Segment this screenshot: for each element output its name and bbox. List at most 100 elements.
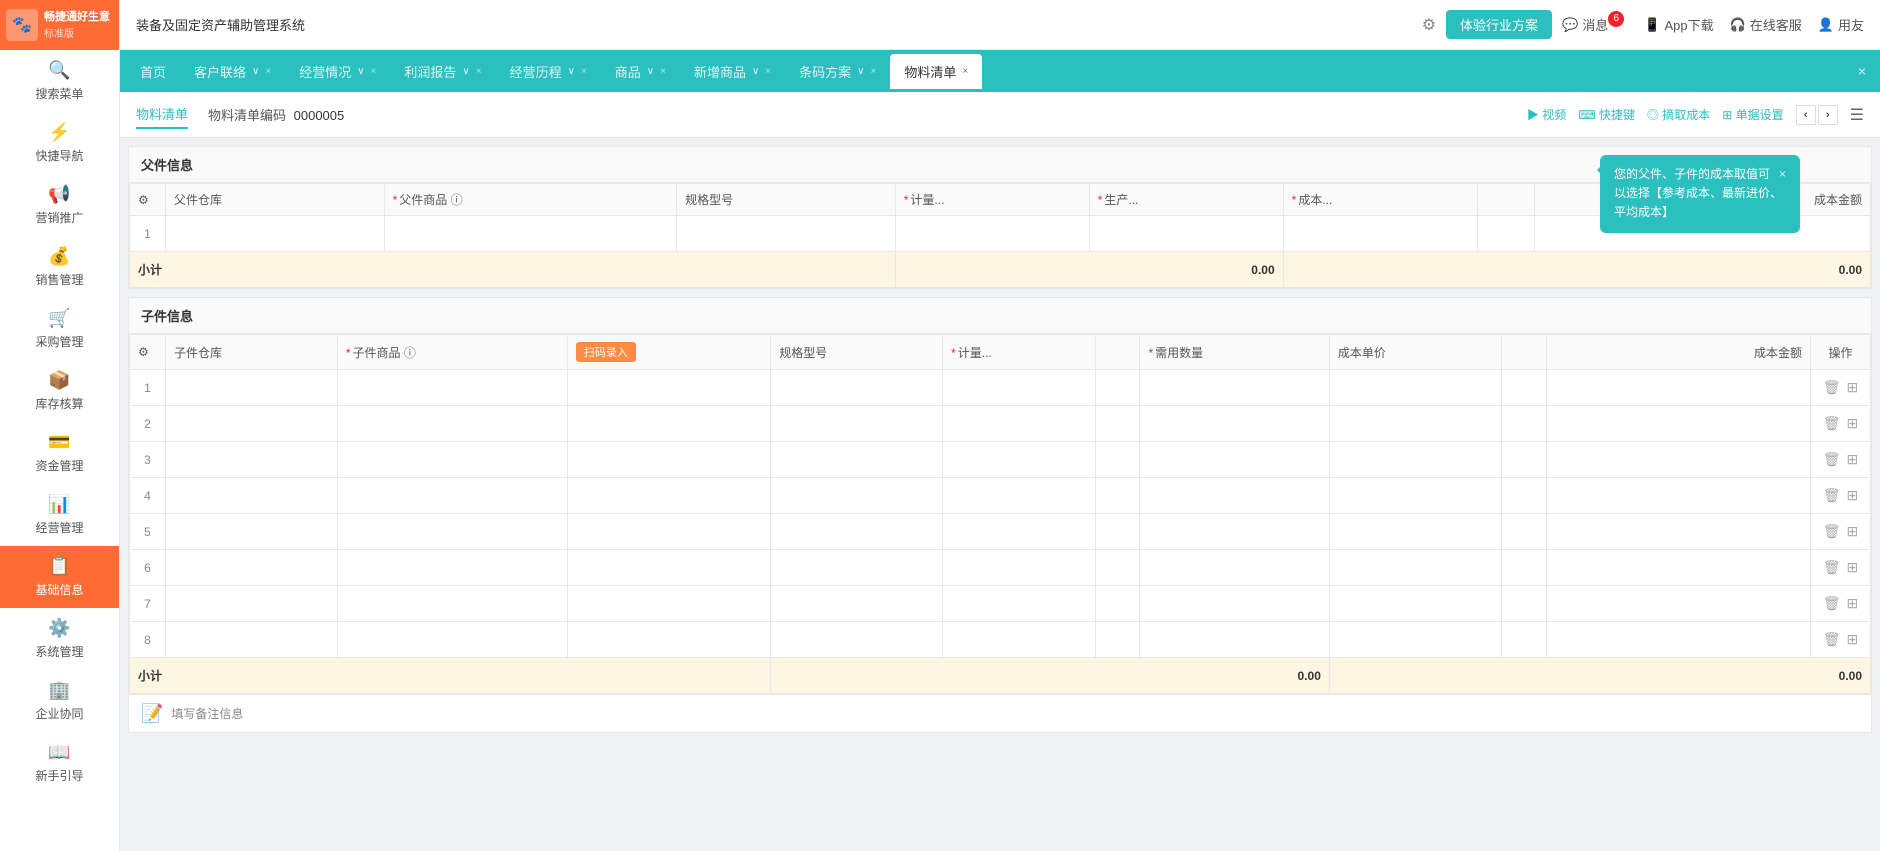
child-row-8-warehouse[interactable] bbox=[166, 622, 338, 658]
child-row-3-product[interactable] bbox=[337, 442, 567, 478]
child-row-4-qty[interactable] bbox=[1140, 478, 1329, 514]
sidebar-item-basic[interactable]: 📋基础信息 bbox=[0, 546, 119, 608]
child-th-scan[interactable]: 扫码录入 bbox=[567, 335, 770, 370]
sidebar-item-guide[interactable]: 📖新手引导 bbox=[0, 732, 119, 794]
parent-row-1-production[interactable] bbox=[1089, 216, 1283, 252]
child-row-3-unit-cost[interactable] bbox=[1329, 442, 1501, 478]
nav-tab-2[interactable]: 经营情况 ∨ × bbox=[285, 54, 390, 89]
copy-icon-4[interactable]: ⊞ bbox=[1847, 487, 1859, 504]
child-row-8-scan[interactable] bbox=[567, 622, 770, 658]
sidebar-item-enterprise[interactable]: 🏢企业协同 bbox=[0, 670, 119, 732]
child-row-7-spec[interactable] bbox=[771, 586, 943, 622]
online-service-action[interactable]: 🎧 在线客服 bbox=[1730, 15, 1802, 34]
child-row-7-product[interactable] bbox=[337, 586, 567, 622]
child-row-5-unit[interactable] bbox=[943, 514, 1095, 550]
child-row-5-qty[interactable] bbox=[1140, 514, 1329, 550]
sidebar-item-quicknav[interactable]: ⚡快捷导航 bbox=[0, 112, 119, 174]
tab-close[interactable]: × bbox=[476, 66, 482, 77]
delete-icon-3[interactable]: 🗑 bbox=[1823, 451, 1841, 468]
child-row-6-scan[interactable] bbox=[567, 550, 770, 586]
parent-th-gear[interactable]: ⚙ bbox=[130, 184, 166, 216]
child-row-4-product[interactable] bbox=[337, 478, 567, 514]
child-row-1-unit[interactable] bbox=[943, 370, 1095, 406]
sidebar-item-search[interactable]: 🔍搜索菜单 bbox=[0, 50, 119, 112]
child-row-6-unit-cost[interactable] bbox=[1329, 550, 1501, 586]
extract-cost-btn[interactable]: ◎ 摘取成本 bbox=[1647, 106, 1710, 123]
child-row-1-unit-cost[interactable] bbox=[1329, 370, 1501, 406]
sidebar-item-inventory[interactable]: 📦库存核算 bbox=[0, 360, 119, 422]
delete-icon-4[interactable]: 🗑 bbox=[1823, 487, 1841, 504]
child-row-1-scan[interactable] bbox=[567, 370, 770, 406]
child-row-4-warehouse[interactable] bbox=[166, 478, 338, 514]
tab-close[interactable]: × bbox=[765, 66, 771, 77]
sidebar-item-finance[interactable]: 💳资金管理 bbox=[0, 422, 119, 484]
child-row-7-scan[interactable] bbox=[567, 586, 770, 622]
child-row-1-warehouse[interactable] bbox=[166, 370, 338, 406]
sidebar-item-operations[interactable]: 📊经营管理 bbox=[0, 484, 119, 546]
child-row-2-spec[interactable] bbox=[771, 406, 943, 442]
sub-tab-bom[interactable]: 物料清单 bbox=[136, 100, 188, 129]
delete-icon-1[interactable]: 🗑 bbox=[1823, 379, 1841, 396]
copy-icon-7[interactable]: ⊞ bbox=[1847, 595, 1859, 612]
delete-icon-2[interactable]: 🗑 bbox=[1823, 415, 1841, 432]
child-row-1-qty[interactable] bbox=[1140, 370, 1329, 406]
delete-icon-8[interactable]: 🗑 bbox=[1823, 631, 1841, 648]
child-row-7-unit-cost[interactable] bbox=[1329, 586, 1501, 622]
parent-row-1-unit[interactable] bbox=[895, 216, 1089, 252]
copy-icon-5[interactable]: ⊞ bbox=[1847, 523, 1859, 540]
child-row-2-unit-cost[interactable] bbox=[1329, 406, 1501, 442]
child-row-6-qty[interactable] bbox=[1140, 550, 1329, 586]
copy-icon-6[interactable]: ⊞ bbox=[1847, 559, 1859, 576]
trial-button[interactable]: 体验行业方案 bbox=[1446, 10, 1552, 39]
copy-icon-2[interactable]: ⊞ bbox=[1847, 415, 1859, 432]
nav-close-btn[interactable]: × bbox=[1858, 63, 1866, 79]
child-row-4-scan[interactable] bbox=[567, 478, 770, 514]
child-row-6-product[interactable] bbox=[337, 550, 567, 586]
tab-close[interactable]: × bbox=[962, 66, 968, 77]
sidebar-item-purchase[interactable]: 🛒采购管理 bbox=[0, 298, 119, 360]
child-row-8-spec[interactable] bbox=[771, 622, 943, 658]
parent-row-1-spec[interactable] bbox=[677, 216, 896, 252]
nav-tab-5[interactable]: 商品 ∨ × bbox=[601, 54, 680, 89]
sidebar-item-sales[interactable]: 💰销售管理 bbox=[0, 236, 119, 298]
doc-settings-btn[interactable]: ⊞ 单据设置 bbox=[1722, 106, 1783, 123]
copy-icon-3[interactable]: ⊞ bbox=[1847, 451, 1859, 468]
nav-tab-7[interactable]: 条码方案 ∨ × bbox=[785, 54, 890, 89]
note-text[interactable]: 填写备注信息 bbox=[171, 705, 243, 722]
child-row-8-product[interactable] bbox=[337, 622, 567, 658]
child-row-4-unit-cost[interactable] bbox=[1329, 478, 1501, 514]
nav-tab-8[interactable]: 物料清单 × bbox=[890, 54, 982, 89]
delete-icon-7[interactable]: 🗑 bbox=[1823, 595, 1841, 612]
child-th-gear[interactable]: ⚙ bbox=[130, 335, 166, 370]
app-download-action[interactable]: 📱 App下载 bbox=[1644, 15, 1713, 34]
child-row-2-scan[interactable] bbox=[567, 406, 770, 442]
child-row-5-unit-cost[interactable] bbox=[1329, 514, 1501, 550]
next-arrow[interactable]: › bbox=[1818, 105, 1838, 125]
gear-icon[interactable]: ⚙ bbox=[1422, 15, 1436, 35]
child-row-3-qty[interactable] bbox=[1140, 442, 1329, 478]
sub-tab-code[interactable]: 物料清单编码 0000005 bbox=[208, 101, 344, 128]
tooltip-close-btn[interactable]: × bbox=[1779, 165, 1786, 184]
child-row-8-qty[interactable] bbox=[1140, 622, 1329, 658]
parent-row-1-warehouse[interactable] bbox=[166, 216, 385, 252]
tab-close[interactable]: × bbox=[265, 66, 271, 77]
prev-arrow[interactable]: ‹ bbox=[1796, 105, 1816, 125]
child-row-6-warehouse[interactable] bbox=[166, 550, 338, 586]
child-row-2-product[interactable] bbox=[337, 406, 567, 442]
child-row-6-unit[interactable] bbox=[943, 550, 1095, 586]
nav-tab-1[interactable]: 客户联络 ∨ × bbox=[180, 54, 285, 89]
child-row-5-scan[interactable] bbox=[567, 514, 770, 550]
child-row-8-unit-cost[interactable] bbox=[1329, 622, 1501, 658]
nav-tab-3[interactable]: 利润报告 ∨ × bbox=[390, 54, 495, 89]
child-row-2-qty[interactable] bbox=[1140, 406, 1329, 442]
child-row-3-spec[interactable] bbox=[771, 442, 943, 478]
child-row-6-spec[interactable] bbox=[771, 550, 943, 586]
child-row-7-qty[interactable] bbox=[1140, 586, 1329, 622]
tab-close[interactable]: × bbox=[371, 66, 377, 77]
nav-tab-6[interactable]: 新增商品 ∨ × bbox=[680, 54, 785, 89]
user-action[interactable]: 👤 用友 bbox=[1818, 15, 1864, 34]
child-row-5-product[interactable] bbox=[337, 514, 567, 550]
grid-view-icon[interactable]: ☰ bbox=[1850, 105, 1864, 125]
child-row-8-unit[interactable] bbox=[943, 622, 1095, 658]
shortcut-btn[interactable]: ⌨ 快捷键 bbox=[1578, 106, 1635, 123]
